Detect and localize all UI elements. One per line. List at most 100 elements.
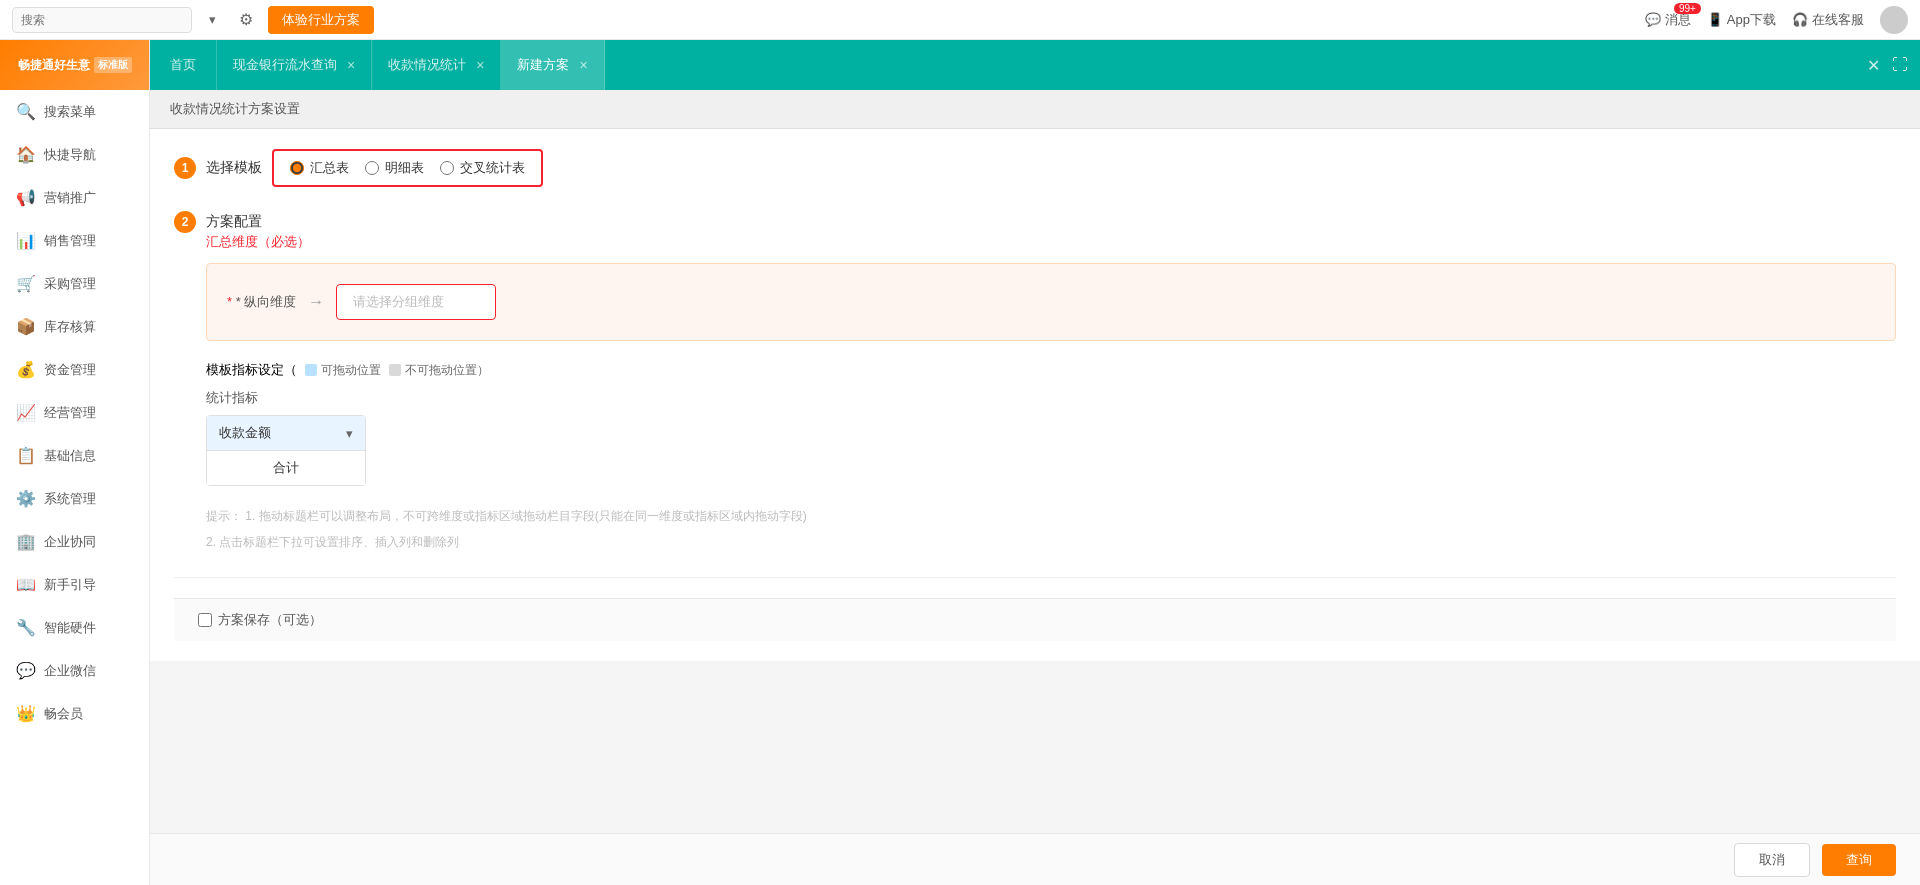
top-bar-right: 💬 消息 99+ 📱 App下载 🎧 在线客服 xyxy=(1645,6,1908,34)
tab-receipts-close[interactable]: × xyxy=(476,57,484,73)
sidebar-item-label: 智能硬件 xyxy=(44,619,96,637)
sidebar-item-label: 快捷导航 xyxy=(44,146,96,164)
download-icon: 📱 xyxy=(1707,12,1723,27)
sidebar-item-label: 营销推广 xyxy=(44,189,96,207)
notification-badge: 99+ xyxy=(1674,3,1701,14)
stats-header-cell[interactable]: 收款金额 ▾ xyxy=(207,416,365,450)
download-label: App下载 xyxy=(1727,11,1776,29)
stats-section-label: 统计指标 xyxy=(206,389,1896,407)
inventory-icon: 📦 xyxy=(16,317,36,336)
sidebar-item-marketing[interactable]: 📢 营销推广 xyxy=(0,176,149,219)
save-option: 方案保存（可选） xyxy=(174,598,1896,641)
sidebar-item-label: 企业微信 xyxy=(44,662,96,680)
tab-cashflow[interactable]: 现金银行流水查询 × xyxy=(217,40,372,90)
tab-bar: 首页 现金银行流水查询 × 收款情况统计 × 新建方案 × ✕ ⛶ xyxy=(150,40,1920,90)
search-icon: 🔍 xyxy=(16,102,36,121)
stats-body-cell: 合计 xyxy=(207,451,365,485)
indicator-settings-label: 模板指标设定（ xyxy=(206,361,297,379)
tip-text-2: 2. 点击标题栏下拉可设置排序、插入列和删除列 xyxy=(206,532,1896,554)
sidebar-item-system[interactable]: ⚙️ 系统管理 xyxy=(0,477,149,520)
gear-icon[interactable]: ⚙ xyxy=(232,6,260,34)
step2-number: 2 xyxy=(174,211,196,233)
tab-home[interactable]: 首页 xyxy=(150,40,217,90)
cancel-button[interactable]: 取消 xyxy=(1734,843,1810,877)
sidebar-item-guide[interactable]: 📖 新手引导 xyxy=(0,563,149,606)
sidebar-item-sales[interactable]: 📊 销售管理 xyxy=(0,219,149,262)
draggable-hint-text: 可拖动位置 xyxy=(321,362,381,379)
sidebar-item-label: 新手引导 xyxy=(44,576,96,594)
radio-summary-label: 汇总表 xyxy=(310,159,349,177)
avatar[interactable] xyxy=(1880,6,1908,34)
stats-header-text: 收款金额 xyxy=(219,424,271,442)
close-window-icon[interactable]: ✕ xyxy=(1867,56,1880,75)
radio-cross[interactable]: 交叉统计表 xyxy=(440,159,525,177)
member-icon: 👑 xyxy=(16,704,36,723)
guide-icon: 📖 xyxy=(16,575,36,594)
sidebar-item-member[interactable]: 👑 畅会员 xyxy=(0,692,149,735)
dimension-area: * * 纵向维度 → 请选择分组维度 xyxy=(206,263,1896,341)
sidebar-item-label: 搜索菜单 xyxy=(44,103,96,121)
non-draggable-dot xyxy=(389,364,401,376)
sidebar: 畅捷通好生意 标准版 🔍 搜索菜单 🏠 快捷导航 📢 营销推广 📊 销售管理 🛒… xyxy=(0,40,150,885)
sidebar-item-enterprise[interactable]: 🏢 企业协同 xyxy=(0,520,149,563)
sidebar-item-label: 库存核算 xyxy=(44,318,96,336)
draggable-badge: 可拖动位置 xyxy=(305,362,381,379)
save-checkbox[interactable] xyxy=(198,613,212,627)
sidebar-item-hardware[interactable]: 🔧 智能硬件 xyxy=(0,606,149,649)
step2-body: 汇总维度（必选） * * 纵向维度 → 请选择分 xyxy=(174,233,1896,553)
sidebar-item-wechat[interactable]: 💬 企业微信 xyxy=(0,649,149,692)
expand-icon[interactable]: ⛶ xyxy=(1892,56,1908,74)
step1-title: 选择模板 xyxy=(206,159,262,177)
notification-item[interactable]: 💬 消息 99+ xyxy=(1645,11,1691,29)
non-draggable-badge: 不可拖动位置） xyxy=(389,362,489,379)
radio-cross-input[interactable] xyxy=(440,161,454,175)
tab-cashflow-close[interactable]: × xyxy=(347,57,355,73)
save-label: 方案保存（可选） xyxy=(218,611,322,629)
stats-table: 收款金额 ▾ 合计 xyxy=(206,415,366,486)
dropdown-icon[interactable]: ▾ xyxy=(200,8,224,32)
page-content: 收款情况统计方案设置 1 选择模板 汇总表 xyxy=(150,90,1920,833)
tab-home-label: 首页 xyxy=(170,56,196,74)
tab-new-plan-close[interactable]: × xyxy=(579,57,587,73)
home-icon: 🏠 xyxy=(16,145,36,164)
step1-header: 1 选择模板 汇总表 明细表 xyxy=(174,149,1896,187)
purchase-icon: 🛒 xyxy=(16,274,36,293)
sidebar-item-basic[interactable]: 📋 基础信息 xyxy=(0,434,149,477)
system-icon: ⚙️ xyxy=(16,489,36,508)
sidebar-item-label: 销售管理 xyxy=(44,232,96,250)
service-item[interactable]: 🎧 在线客服 xyxy=(1792,11,1864,29)
divider xyxy=(174,577,1896,578)
download-item[interactable]: 📱 App下载 xyxy=(1707,11,1776,29)
search-input[interactable] xyxy=(12,7,192,33)
form-container: 1 选择模板 汇总表 明细表 xyxy=(150,129,1920,661)
dimension-select[interactable]: 请选择分组维度 xyxy=(336,284,496,320)
vertical-dimension-label: * 纵向维度 xyxy=(236,294,297,309)
breadcrumb-text: 收款情况统计方案设置 xyxy=(170,101,300,116)
indicator-settings: 模板指标设定（ 可拖动位置 不可拖动位置） xyxy=(206,361,1896,486)
query-button[interactable]: 查询 xyxy=(1822,844,1896,876)
radio-detail-label: 明细表 xyxy=(385,159,424,177)
radio-summary[interactable]: 汇总表 xyxy=(290,159,349,177)
radio-detail[interactable]: 明细表 xyxy=(365,159,424,177)
stats-dropdown-icon[interactable]: ▾ xyxy=(346,426,353,441)
tab-new-plan[interactable]: 新建方案 × xyxy=(501,40,604,90)
step1-section: 1 选择模板 汇总表 明细表 xyxy=(174,149,1896,187)
radio-detail-input[interactable] xyxy=(365,161,379,175)
tab-receipts[interactable]: 收款情况统计 × xyxy=(372,40,501,90)
radio-summary-input[interactable] xyxy=(290,161,304,175)
sidebar-item-label: 资金管理 xyxy=(44,361,96,379)
industry-button[interactable]: 体验行业方案 xyxy=(268,6,374,34)
basic-icon: 📋 xyxy=(16,446,36,465)
sidebar-item-inventory[interactable]: 📦 库存核算 xyxy=(0,305,149,348)
sidebar-item-management[interactable]: 📈 经营管理 xyxy=(0,391,149,434)
sidebar-item-finance[interactable]: 💰 资金管理 xyxy=(0,348,149,391)
finance-icon: 💰 xyxy=(16,360,36,379)
step1-number: 1 xyxy=(174,157,196,179)
sidebar-item-purchase[interactable]: 🛒 采购管理 xyxy=(0,262,149,305)
logo-text: 畅捷通好生意 xyxy=(18,57,90,74)
enterprise-icon: 🏢 xyxy=(16,532,36,551)
sidebar-item-label: 采购管理 xyxy=(44,275,96,293)
sidebar-item-search[interactable]: 🔍 搜索菜单 xyxy=(0,90,149,133)
template-box: 汇总表 明细表 交叉统计表 xyxy=(272,149,543,187)
sidebar-item-nav[interactable]: 🏠 快捷导航 xyxy=(0,133,149,176)
